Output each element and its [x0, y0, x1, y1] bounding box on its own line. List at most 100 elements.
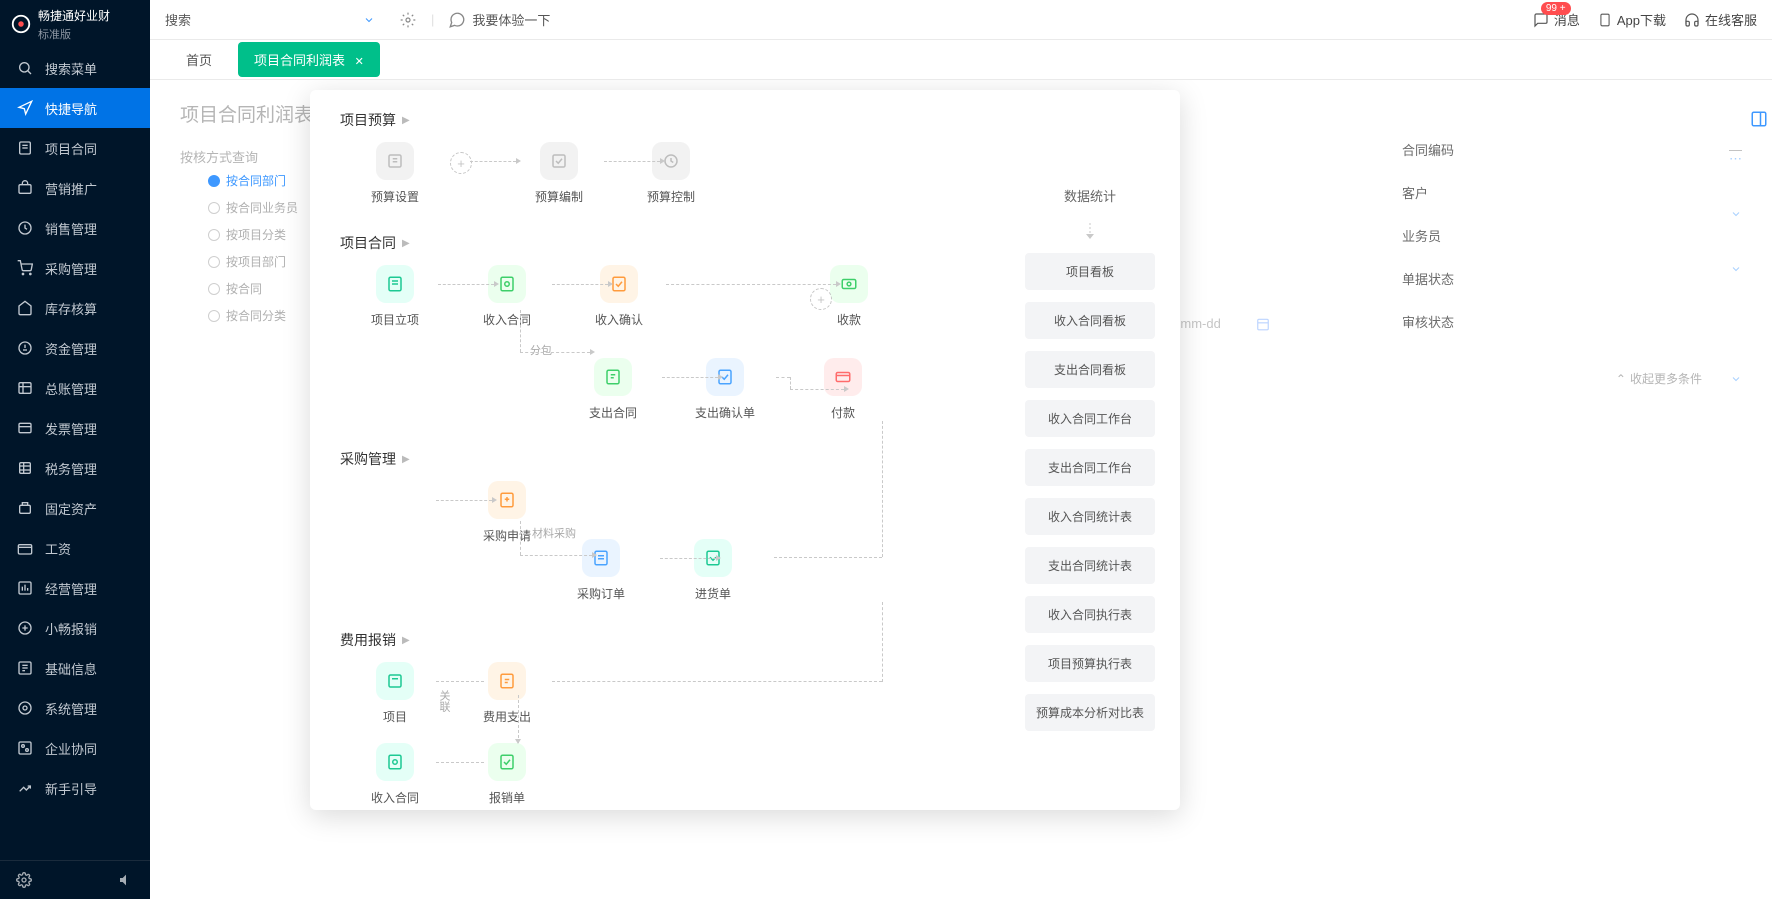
collapse-hint[interactable]: ⌃收起更多条件: [1616, 370, 1702, 387]
chevron-down-icon: [363, 14, 375, 26]
stat-button-9[interactable]: 预算成本分析对比表: [1025, 694, 1155, 731]
node-project-init[interactable]: 项目立项: [360, 265, 430, 328]
global-search-select[interactable]: 搜索: [165, 10, 385, 29]
sidebar-item-1[interactable]: 快捷导航: [0, 88, 150, 128]
sidebar-icon: [15, 258, 35, 278]
sidebar-item-8[interactable]: 总账管理: [0, 368, 150, 408]
sidebar-item-4[interactable]: 销售管理: [0, 208, 150, 248]
stat-button-6[interactable]: 支出合同统计表: [1025, 547, 1155, 584]
sidebar-icon: [15, 538, 35, 558]
sidebar-item-12[interactable]: 工资: [0, 528, 150, 568]
sidebar-item-2[interactable]: 项目合同: [0, 128, 150, 168]
download-button[interactable]: App下载: [1598, 10, 1666, 29]
tabbar: 首页 项目合同利润表 ✕: [150, 40, 1772, 80]
stat-button-7[interactable]: 收入合同执行表: [1025, 596, 1155, 633]
node-budget-control[interactable]: 预算控制: [636, 142, 706, 205]
brand-icon: [10, 13, 32, 35]
sidebar-item-0[interactable]: 搜索菜单: [0, 48, 150, 88]
node-budget-edit[interactable]: 预算编制: [524, 142, 594, 205]
sidebar-icon: [15, 58, 35, 78]
sidebar-bottom: [0, 860, 150, 899]
node-receive[interactable]: 进货单: [678, 539, 748, 602]
add-node-button[interactable]: +: [450, 152, 472, 174]
sidebar-item-13[interactable]: 经营管理: [0, 568, 150, 608]
sidebar-item-11[interactable]: 固定资产: [0, 488, 150, 528]
node-purchase-order[interactable]: 采购订单: [566, 539, 636, 602]
section-budget-title[interactable]: 项目预算▶: [340, 110, 1150, 130]
bg-field-audit-status: 审核状态: [1402, 312, 1742, 331]
node-income-contract[interactable]: 收入合同: [472, 265, 542, 328]
radio-icon: [208, 256, 220, 268]
radio-icon: [208, 202, 220, 214]
brand-name: 畅捷通好业财: [38, 7, 110, 24]
bg-field-customer: 客户: [1402, 183, 1742, 202]
sound-icon[interactable]: [117, 871, 135, 889]
stat-button-5[interactable]: 收入合同统计表: [1025, 498, 1155, 535]
tab-report[interactable]: 项目合同利润表 ✕: [238, 42, 380, 77]
node-project[interactable]: 项目: [360, 662, 430, 725]
quick-nav-panel: 项目预算▶ 预算设置 + 预算编制: [310, 90, 1180, 810]
sidebar-icon: [15, 98, 35, 118]
sidebar-icon: [15, 458, 35, 478]
tab-home[interactable]: 首页: [170, 42, 228, 77]
radio-icon: [208, 310, 220, 322]
messages-button[interactable]: 99 + 消息: [1533, 10, 1580, 29]
sidebar-icon: [15, 298, 35, 318]
sidebar-icon: [15, 338, 35, 358]
try-link[interactable]: 我要体验一下: [448, 10, 550, 29]
expand-panel-icon[interactable]: [1750, 110, 1768, 128]
stat-button-8[interactable]: 项目预算执行表: [1025, 645, 1155, 682]
sidebar-icon: [15, 418, 35, 438]
bg-field-contract-code: 合同编码 —: [1402, 140, 1742, 159]
node-expense-contract[interactable]: 支出合同: [578, 358, 648, 421]
stat-button-4[interactable]: 支出合同工作台: [1025, 449, 1155, 486]
node-income-confirm[interactable]: 收入确认: [584, 265, 654, 328]
sidebar-item-16[interactable]: 系统管理: [0, 688, 150, 728]
node-expense-confirm[interactable]: 支出确认单: [690, 358, 760, 421]
sidebar-icon: [15, 578, 35, 598]
sidebar-item-9[interactable]: 发票管理: [0, 408, 150, 448]
bg-field-sales: 业务员: [1402, 226, 1742, 245]
service-button[interactable]: 在线客服: [1684, 10, 1757, 29]
sidebar-item-17[interactable]: 企业协同: [0, 728, 150, 768]
stat-button-1[interactable]: 收入合同看板: [1025, 302, 1155, 339]
sidebar-item-3[interactable]: 营销推广: [0, 168, 150, 208]
topbar: 搜索 | 我要体验一下 99 + 消息: [150, 0, 1772, 40]
radio-icon: [208, 229, 220, 241]
stat-button-0[interactable]: 项目看板: [1025, 253, 1155, 290]
node-budget-config[interactable]: 预算设置: [360, 142, 430, 205]
sidebar-icon: [15, 658, 35, 678]
arrow-down-icon: [1085, 223, 1095, 239]
node-reimburse[interactable]: 报销单: [472, 743, 542, 806]
node-income-contract-2[interactable]: 收入合同: [360, 743, 430, 806]
sidebar-icon: [15, 138, 35, 158]
add-node-button[interactable]: +: [810, 288, 832, 310]
sidebar-item-10[interactable]: 税务管理: [0, 448, 150, 488]
sidebar-item-18[interactable]: 新手引导: [0, 768, 150, 808]
sidebar-icon: [15, 698, 35, 718]
brand-logo: 畅捷通好业财 标准版: [0, 0, 150, 48]
sidebar-icon: [15, 738, 35, 758]
chevron-right-icon: ▶: [402, 115, 410, 126]
top-settings-icon[interactable]: [400, 12, 416, 28]
settings-icon[interactable]: [15, 871, 33, 889]
stat-button-3[interactable]: 收入合同工作台: [1025, 400, 1155, 437]
chat-icon: [448, 11, 466, 29]
messages-badge: 99 +: [1541, 2, 1571, 15]
sidebar: 畅捷通好业财 标准版 搜索菜单快捷导航项目合同营销推广销售管理采购管理库存核算资…: [0, 0, 150, 899]
sidebar-item-14[interactable]: 小畅报销: [0, 608, 150, 648]
brand-edition: 标准版: [38, 26, 110, 42]
node-expense-out[interactable]: 费用支出: [472, 662, 542, 725]
close-icon[interactable]: ✕: [355, 56, 364, 68]
sidebar-item-6[interactable]: 库存核算: [0, 288, 150, 328]
sidebar-item-7[interactable]: 资金管理: [0, 328, 150, 368]
stat-column: 数据统计 项目看板收入合同看板支出合同看板收入合同工作台支出合同工作台收入合同统…: [1020, 186, 1160, 731]
search-placeholder: 搜索: [165, 10, 191, 29]
try-label: 我要体验一下: [472, 10, 550, 29]
sidebar-item-5[interactable]: 采购管理: [0, 248, 150, 288]
sidebar-icon: [15, 378, 35, 398]
stat-button-2[interactable]: 支出合同看板: [1025, 351, 1155, 388]
radio-icon: [208, 175, 220, 187]
sidebar-item-15[interactable]: 基础信息: [0, 648, 150, 688]
sidebar-icon: [15, 618, 35, 638]
